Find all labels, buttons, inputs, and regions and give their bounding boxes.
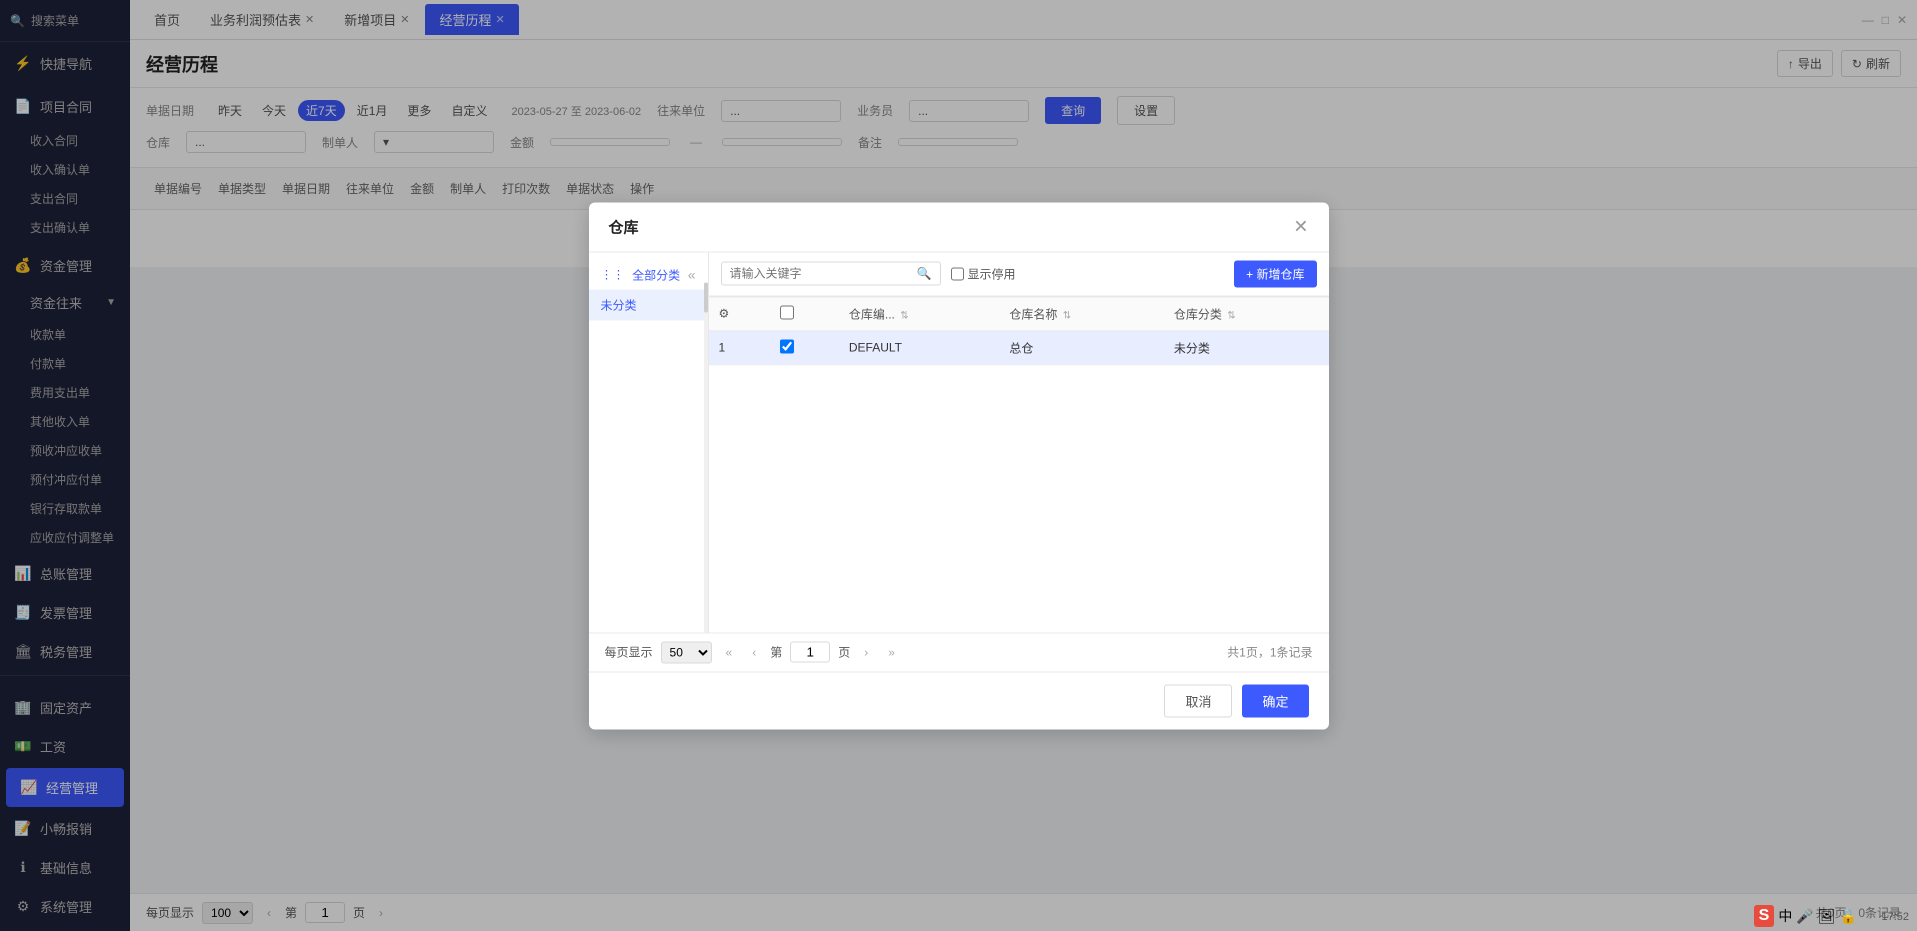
sort-category-icon: ⇅	[1227, 310, 1235, 321]
all-categories-icon: ⋮⋮	[601, 268, 625, 282]
dialog-page-label: 第	[770, 644, 782, 661]
tray-icon-3: 🖼	[1818, 908, 1836, 925]
sort-code-icon: ⇅	[900, 310, 908, 321]
th-config: ⚙	[709, 297, 771, 331]
th-code[interactable]: 仓库编... ⇅	[839, 297, 1000, 331]
td-checkbox[interactable]	[770, 331, 838, 365]
add-warehouse-button[interactable]: + 新增仓库	[1234, 260, 1316, 287]
dialog-title: 仓库	[609, 216, 639, 237]
config-icon: ⚙	[719, 307, 730, 321]
all-categories-header[interactable]: ⋮⋮ 全部分类 «	[589, 260, 708, 289]
th-category[interactable]: 仓库分类 ⇅	[1164, 297, 1329, 331]
dialog-per-page-select[interactable]: 50 10 20 100	[661, 641, 712, 663]
right-toolbar: 🔍 显示停用 + 新增仓库	[709, 252, 1329, 296]
dialog-search-input[interactable]	[730, 267, 913, 281]
table-header-tr: ⚙ 仓库编... ⇅ 仓库名称 ⇅	[709, 297, 1329, 331]
confirm-button[interactable]: 确定	[1242, 684, 1308, 717]
warehouse-table: ⚙ 仓库编... ⇅ 仓库名称 ⇅	[709, 296, 1329, 365]
row-checkbox[interactable]	[780, 339, 794, 353]
taskbar-system-tray: S 中 🎤 🖼 🔒	[1754, 905, 1857, 927]
td-category: 未分类	[1164, 331, 1329, 365]
show-disabled-label[interactable]: 显示停用	[951, 265, 1016, 282]
tray-icon-2: 🎤	[1796, 908, 1813, 925]
dialog-pagination-bar: 每页显示 50 10 20 100 « ‹ 第 页 › » 共1页，1条记录	[589, 632, 1329, 671]
dialog-next-page[interactable]: ›	[858, 643, 874, 661]
sort-name-icon: ⇅	[1063, 310, 1071, 321]
dialog-close-icon[interactable]: ✕	[1293, 216, 1308, 237]
dialog-header: 仓库 ✕	[589, 202, 1329, 252]
td-code: DEFAULT	[839, 331, 1000, 365]
select-all-checkbox[interactable]	[780, 305, 794, 319]
td-rownum: 1	[709, 331, 771, 365]
dialog-total-label: 共1页，1条记录	[1227, 644, 1312, 661]
dialog-first-page[interactable]: «	[720, 643, 739, 661]
collapse-btn[interactable]: «	[688, 267, 696, 283]
cancel-button[interactable]: 取消	[1164, 684, 1232, 717]
dialog-search-icon: 🔍	[917, 267, 932, 281]
time-display: 17:52	[1881, 911, 1909, 923]
dialog-footer: 取消 确定	[589, 671, 1329, 729]
dialog-left-panel: ⋮⋮ 全部分类 « 未分类	[589, 252, 709, 632]
left-scrollbar[interactable]	[704, 282, 708, 632]
tray-icon-1: 中	[1778, 906, 1792, 926]
th-name[interactable]: 仓库名称 ⇅	[999, 297, 1164, 331]
dialog-page-label2: 页	[838, 644, 850, 661]
warehouse-dialog: 仓库 ✕ ⋮⋮ 全部分类 « 未分类 🔍	[589, 202, 1329, 729]
table-row[interactable]: 1 DEFAULT 总仓 未分类	[709, 331, 1329, 365]
dialog-per-page-label: 每页显示	[605, 644, 653, 661]
dialog-right-panel: 🔍 显示停用 + 新增仓库 ⚙	[709, 252, 1329, 632]
dialog-last-page[interactable]: »	[882, 643, 901, 661]
th-checkbox	[770, 297, 838, 331]
tray-icon-4: 🔒	[1840, 908, 1857, 925]
dialog-page-input[interactable]	[790, 642, 830, 663]
td-name: 总仓	[999, 331, 1164, 365]
dialog-search-box[interactable]: 🔍	[721, 262, 941, 286]
dialog-prev-page[interactable]: ‹	[746, 643, 762, 661]
category-uncategorized[interactable]: 未分类	[589, 289, 708, 320]
show-disabled-checkbox[interactable]	[951, 267, 964, 280]
scroll-thumb	[704, 282, 708, 312]
s-icon: S	[1754, 905, 1775, 927]
dialog-body: ⋮⋮ 全部分类 « 未分类 🔍 显示停用 +	[589, 252, 1329, 632]
